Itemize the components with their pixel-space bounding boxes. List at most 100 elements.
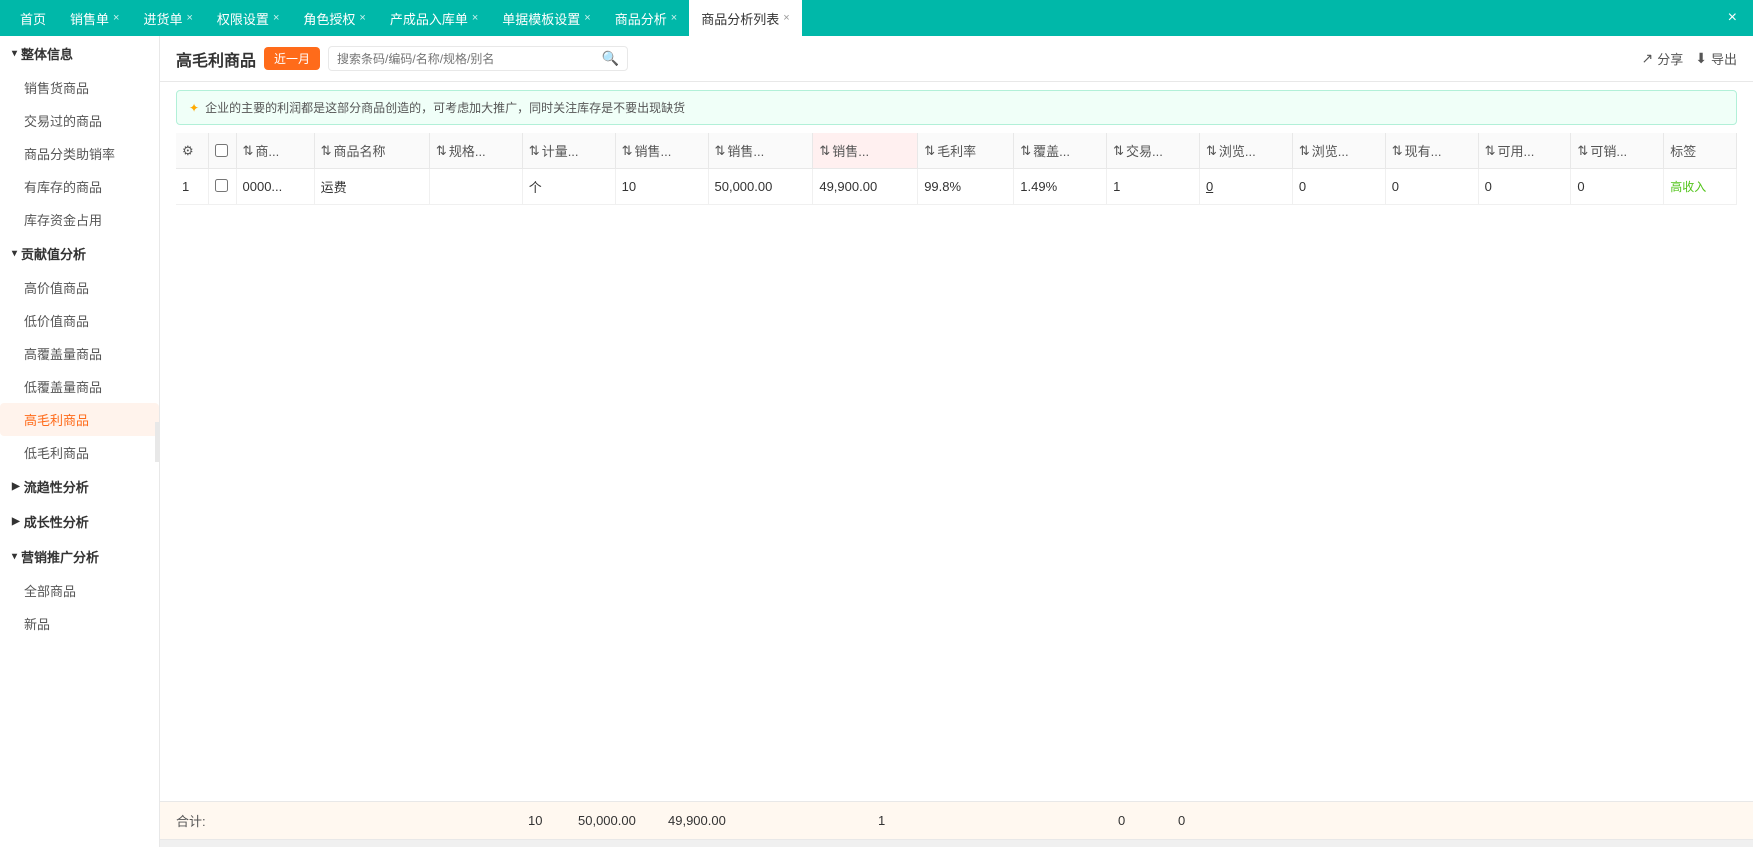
footer-spacer-8 xyxy=(1052,813,1112,828)
col-settings[interactable]: ⚙ xyxy=(176,133,208,169)
col-coverage[interactable]: ⇅ 覆盖... xyxy=(1014,133,1107,169)
close-product-inbound-tab[interactable]: × xyxy=(472,12,478,24)
close-permissions-tab[interactable]: × xyxy=(273,12,279,24)
cell-tag: 高收入 xyxy=(1664,169,1737,205)
sidebar-item-stocked-goods[interactable]: 有库存的商品 xyxy=(0,170,159,203)
sidebar-group-growth[interactable]: ▶ 成长性分析 xyxy=(0,504,159,539)
sidebar-item-stock-capital[interactable]: 库存资金占用 xyxy=(0,203,159,236)
share-button[interactable]: ↗ 分享 xyxy=(1642,49,1684,68)
close-purchase-tab[interactable]: × xyxy=(186,12,192,24)
nav-permissions[interactable]: 权限设置 × xyxy=(205,0,291,36)
footer-cells: 10 50,000.00 49,900.00 1 0 0 xyxy=(252,813,1737,828)
nav-roles[interactable]: 角色授权 × xyxy=(291,0,377,36)
sidebar-item-all-goods[interactable]: 全部商品 xyxy=(0,574,159,607)
settings-icon[interactable]: ⚙ xyxy=(182,143,194,159)
footer-total-bar: 合计: 10 50,000.00 49,900.00 1 0 0 xyxy=(160,801,1753,839)
sidebar-item-low-value[interactable]: 低价值商品 xyxy=(0,304,159,337)
sidebar-collapse-button[interactable]: « xyxy=(155,422,160,462)
sidebar-group-trend[interactable]: ▶ 流趋性分析 xyxy=(0,469,159,504)
nav-product-inbound[interactable]: 产成品入库单 × xyxy=(378,0,490,36)
col-current-stock[interactable]: ⇅ 现有... xyxy=(1385,133,1478,169)
filter-recent-month-button[interactable]: 近一月 xyxy=(264,47,320,70)
content-area: 高毛利商品 近一月 🔍 ↗ 分享 ⬇ 导出 ✦ 企业的主要的利润都是这部分商品创… xyxy=(160,36,1753,847)
arrow-icon: ▾ xyxy=(12,48,17,59)
cell-unit: 个 xyxy=(522,169,615,205)
col-checkbox xyxy=(208,133,236,169)
col-saleable[interactable]: ⇅ 可销... xyxy=(1571,133,1664,169)
cell-transaction: 1 xyxy=(1107,169,1200,205)
search-box: 🔍 xyxy=(328,46,628,71)
footer-spacer-2 xyxy=(332,813,412,828)
sidebar-group-contribution[interactable]: ▾ 贡献值分析 xyxy=(0,236,159,271)
footer-available: 0 xyxy=(1112,813,1172,828)
close-roles-tab[interactable]: × xyxy=(359,12,365,24)
nav-product-analysis[interactable]: 商品分析 × xyxy=(603,0,689,36)
cell-browse1[interactable]: 0 xyxy=(1199,169,1292,205)
sidebar-item-high-margin[interactable]: 高毛利商品 xyxy=(0,403,159,436)
row-checkbox[interactable] xyxy=(215,179,228,192)
info-icon: ✦ xyxy=(189,101,199,115)
footer-spacer-3 xyxy=(412,813,472,828)
table-row: 1 0000... 运费 个 10 50,000.00 49,900.00 99… xyxy=(176,169,1737,205)
search-icon[interactable]: 🔍 xyxy=(602,50,619,67)
footer-sales-profit: 49,900.00 xyxy=(662,813,752,828)
sidebar-group-marketing[interactable]: ▾ 营销推广分析 xyxy=(0,539,159,574)
cell-gross-margin: 99.8% xyxy=(918,169,1014,205)
footer-sales-amount: 50,000.00 xyxy=(572,813,662,828)
close-analysis-list-tab[interactable]: × xyxy=(783,12,789,24)
export-button[interactable]: ⬇ 导出 xyxy=(1695,49,1737,68)
footer-transaction: 1 xyxy=(872,813,932,828)
col-transaction[interactable]: ⇅ 交易... xyxy=(1107,133,1200,169)
close-analysis-tab[interactable]: × xyxy=(671,12,677,24)
col-gross-margin[interactable]: ⇅ 毛利率 xyxy=(918,133,1014,169)
col-name[interactable]: ⇅ 商品名称 xyxy=(314,133,429,169)
footer-sales-qty: 10 xyxy=(522,813,572,828)
sidebar-item-new-goods[interactable]: 新品 xyxy=(0,607,159,640)
horizontal-scrollbar[interactable] xyxy=(160,839,1753,847)
cell-sales-profit: 49,900.00 xyxy=(813,169,918,205)
cell-sales-qty: 10 xyxy=(615,169,708,205)
nav-purchase[interactable]: 进货单 × xyxy=(131,0,204,36)
footer-spacer-7 xyxy=(992,813,1052,828)
col-spec[interactable]: ⇅ 规格... xyxy=(429,133,522,169)
sidebar-item-traded-goods[interactable]: 交易过的商品 xyxy=(0,104,159,137)
nav-home[interactable]: 首页 xyxy=(8,0,58,36)
col-browse1[interactable]: ⇅ 浏览... xyxy=(1199,133,1292,169)
content-header: 高毛利商品 近一月 🔍 ↗ 分享 ⬇ 导出 xyxy=(160,36,1753,82)
cell-sales-amount: 50,000.00 xyxy=(708,169,813,205)
select-all-checkbox[interactable] xyxy=(215,144,228,157)
col-browse2[interactable]: ⇅ 浏览... xyxy=(1292,133,1385,169)
sidebar-item-low-margin[interactable]: 低毛利商品 xyxy=(0,436,159,469)
col-sales-amount[interactable]: ⇅ 销售... xyxy=(708,133,813,169)
sidebar-item-high-value[interactable]: 高价值商品 xyxy=(0,271,159,304)
footer-spacer-1 xyxy=(252,813,332,828)
col-available[interactable]: ⇅ 可用... xyxy=(1478,133,1571,169)
sidebar: « ▾ 整体信息 销售货商品 交易过的商品 商品分类助销率 有库存的商品 库存资… xyxy=(0,36,160,847)
col-unit[interactable]: ⇅ 计量... xyxy=(522,133,615,169)
arrow-icon-4: ▶ xyxy=(12,516,20,527)
top-navigation: 首页 销售单 × 进货单 × 权限设置 × 角色授权 × 产成品入库单 × 单据… xyxy=(0,0,1753,36)
sidebar-item-sales-goods[interactable]: 销售货商品 xyxy=(0,71,159,104)
sidebar-item-low-coverage[interactable]: 低覆盖量商品 xyxy=(0,370,159,403)
footer-saleable: 0 xyxy=(1172,813,1232,828)
col-sales-profit[interactable]: ⇅ 销售... xyxy=(813,133,918,169)
sidebar-item-high-coverage[interactable]: 高覆盖量商品 xyxy=(0,337,159,370)
close-window-button[interactable]: × xyxy=(1720,9,1745,27)
cell-checkbox xyxy=(208,169,236,205)
arrow-icon-2: ▾ xyxy=(12,248,17,259)
footer-spacer-6 xyxy=(812,813,872,828)
close-sales-tab[interactable]: × xyxy=(113,12,119,24)
cell-current-stock: 0 xyxy=(1385,169,1478,205)
nav-sales[interactable]: 销售单 × xyxy=(58,0,131,36)
sidebar-group-overall[interactable]: ▾ 整体信息 xyxy=(0,36,159,71)
footer-browse1 xyxy=(932,813,992,828)
col-code[interactable]: ⇅ 商... xyxy=(236,133,314,169)
close-template-tab[interactable]: × xyxy=(584,12,590,24)
nav-template-settings[interactable]: 单据模板设置 × xyxy=(490,0,602,36)
search-input[interactable] xyxy=(337,52,598,66)
sidebar-item-category-rate[interactable]: 商品分类助销率 xyxy=(0,137,159,170)
arrow-icon-5: ▾ xyxy=(12,551,17,562)
footer-spacer-5 xyxy=(752,813,812,828)
nav-analysis-list[interactable]: 商品分析列表 × xyxy=(689,0,801,36)
col-sales-qty[interactable]: ⇅ 销售... xyxy=(615,133,708,169)
